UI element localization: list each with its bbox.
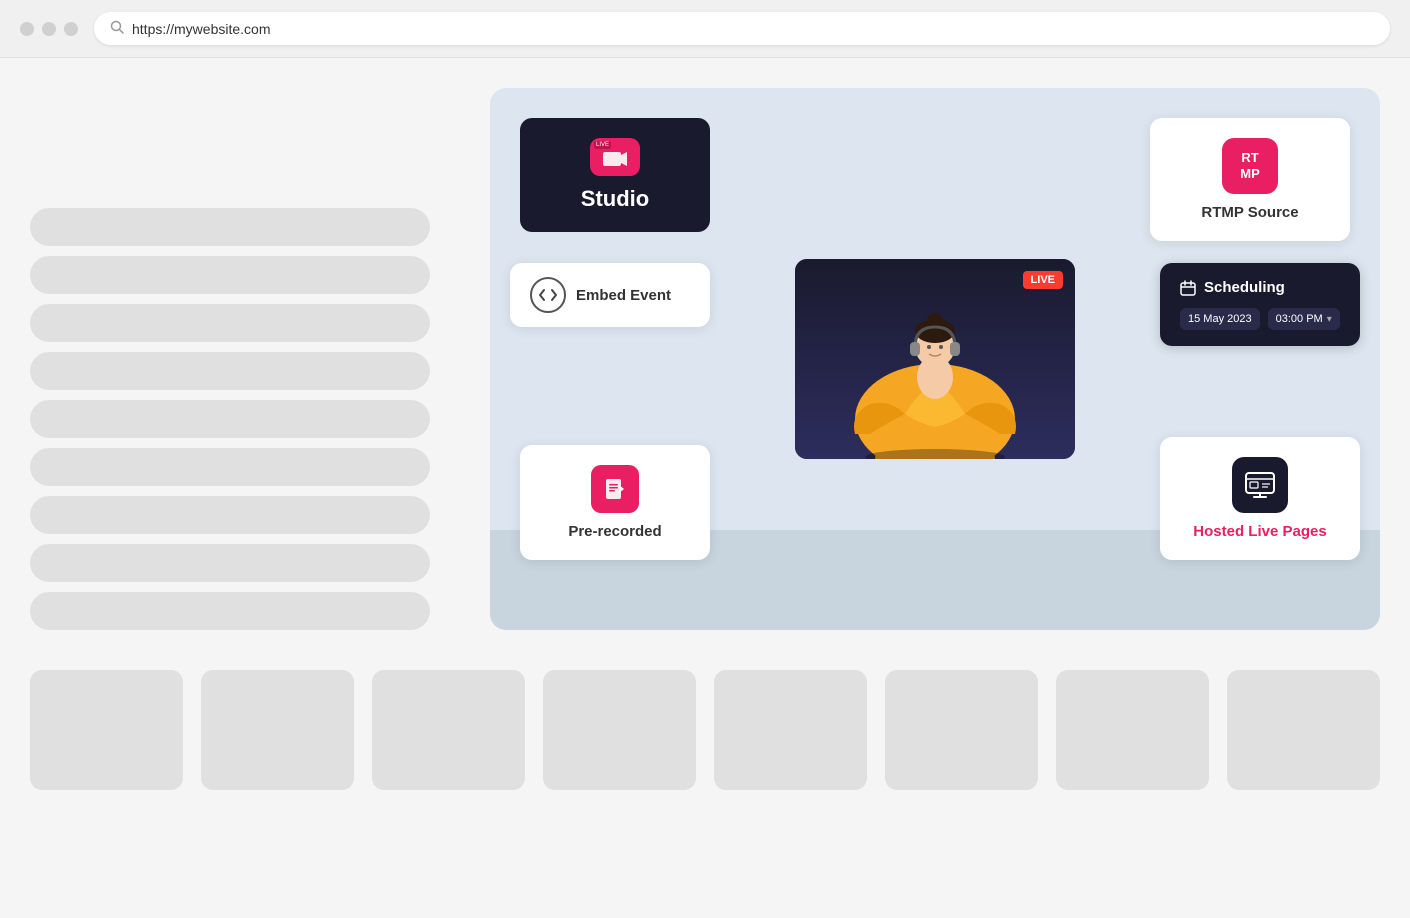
scheduling-date: 15 May 2023 xyxy=(1188,313,1252,325)
browser-dots xyxy=(20,22,78,36)
dot-3 xyxy=(64,22,78,36)
studio-icon: LIVE xyxy=(590,138,640,176)
embed-icon xyxy=(530,277,566,313)
hosted-icon xyxy=(1232,457,1288,513)
scheduling-header: Scheduling xyxy=(1180,279,1340,296)
thumb-5 xyxy=(714,670,867,790)
studio-card[interactable]: LIVE Studio xyxy=(520,118,710,232)
live-label: LIVE xyxy=(594,141,611,149)
sidebar-placeholder-8 xyxy=(30,544,430,582)
sidebar-placeholder-2 xyxy=(30,256,430,294)
sidebar-placeholder-6 xyxy=(30,448,430,486)
scheduling-time-field[interactable]: 03:00 PM ▾ xyxy=(1268,308,1340,330)
hosted-title: Hosted Live Pages xyxy=(1190,523,1330,540)
thumb-3 xyxy=(372,670,525,790)
sidebar-placeholder-9 xyxy=(30,592,430,630)
address-bar[interactable]: https://mywebsite.com xyxy=(94,12,1390,45)
prerecorded-card[interactable]: Pre-recorded xyxy=(520,445,710,560)
prerecorded-title: Pre-recorded xyxy=(550,523,680,540)
scheduling-fields: 15 May 2023 03:00 PM ▾ xyxy=(1180,308,1340,330)
live-badge: LIVE xyxy=(1023,271,1063,289)
rtmp-card[interactable]: RTMP RTMP Source xyxy=(1150,118,1350,241)
time-chevron: ▾ xyxy=(1327,314,1332,325)
sidebar-placeholder-5 xyxy=(30,400,430,438)
main-content: LIVE Studio Embed Event xyxy=(0,58,1410,650)
sidebar xyxy=(30,88,460,630)
monitor-container: LIVE xyxy=(795,259,1075,459)
hosted-live-pages-card[interactable]: Hosted Live Pages xyxy=(1160,437,1360,560)
embed-label: Embed Event xyxy=(576,287,671,304)
thumb-2 xyxy=(201,670,354,790)
url-text: https://mywebsite.com xyxy=(132,21,271,37)
scheduling-time: 03:00 PM xyxy=(1276,313,1323,325)
scheduling-date-field[interactable]: 15 May 2023 xyxy=(1180,308,1260,330)
sidebar-placeholder-1 xyxy=(30,208,430,246)
scheduling-title: Scheduling xyxy=(1204,279,1285,296)
embed-card[interactable]: Embed Event xyxy=(510,263,710,327)
studio-title: Studio xyxy=(550,186,680,212)
browser-bar: https://mywebsite.com xyxy=(0,0,1410,58)
rtmp-icon: RTMP xyxy=(1222,138,1278,194)
dot-2 xyxy=(42,22,56,36)
character-illustration xyxy=(795,259,1075,459)
thumb-8 xyxy=(1227,670,1380,790)
search-icon xyxy=(110,20,124,37)
sidebar-placeholder-3 xyxy=(30,304,430,342)
prerecorded-icon xyxy=(591,465,639,513)
dot-1 xyxy=(20,22,34,36)
thumb-7 xyxy=(1056,670,1209,790)
sidebar-placeholder-4 xyxy=(30,352,430,390)
rtmp-title: RTMP Source xyxy=(1180,204,1320,221)
thumb-4 xyxy=(543,670,696,790)
monitor-screen: LIVE xyxy=(795,259,1075,459)
thumb-1 xyxy=(30,670,183,790)
illustration-area: LIVE Studio Embed Event xyxy=(490,88,1380,630)
sidebar-placeholder-7 xyxy=(30,496,430,534)
thumb-6 xyxy=(885,670,1038,790)
scheduling-card[interactable]: Scheduling 15 May 2023 03:00 PM ▾ xyxy=(1160,263,1360,346)
bottom-thumbnails xyxy=(0,650,1410,810)
